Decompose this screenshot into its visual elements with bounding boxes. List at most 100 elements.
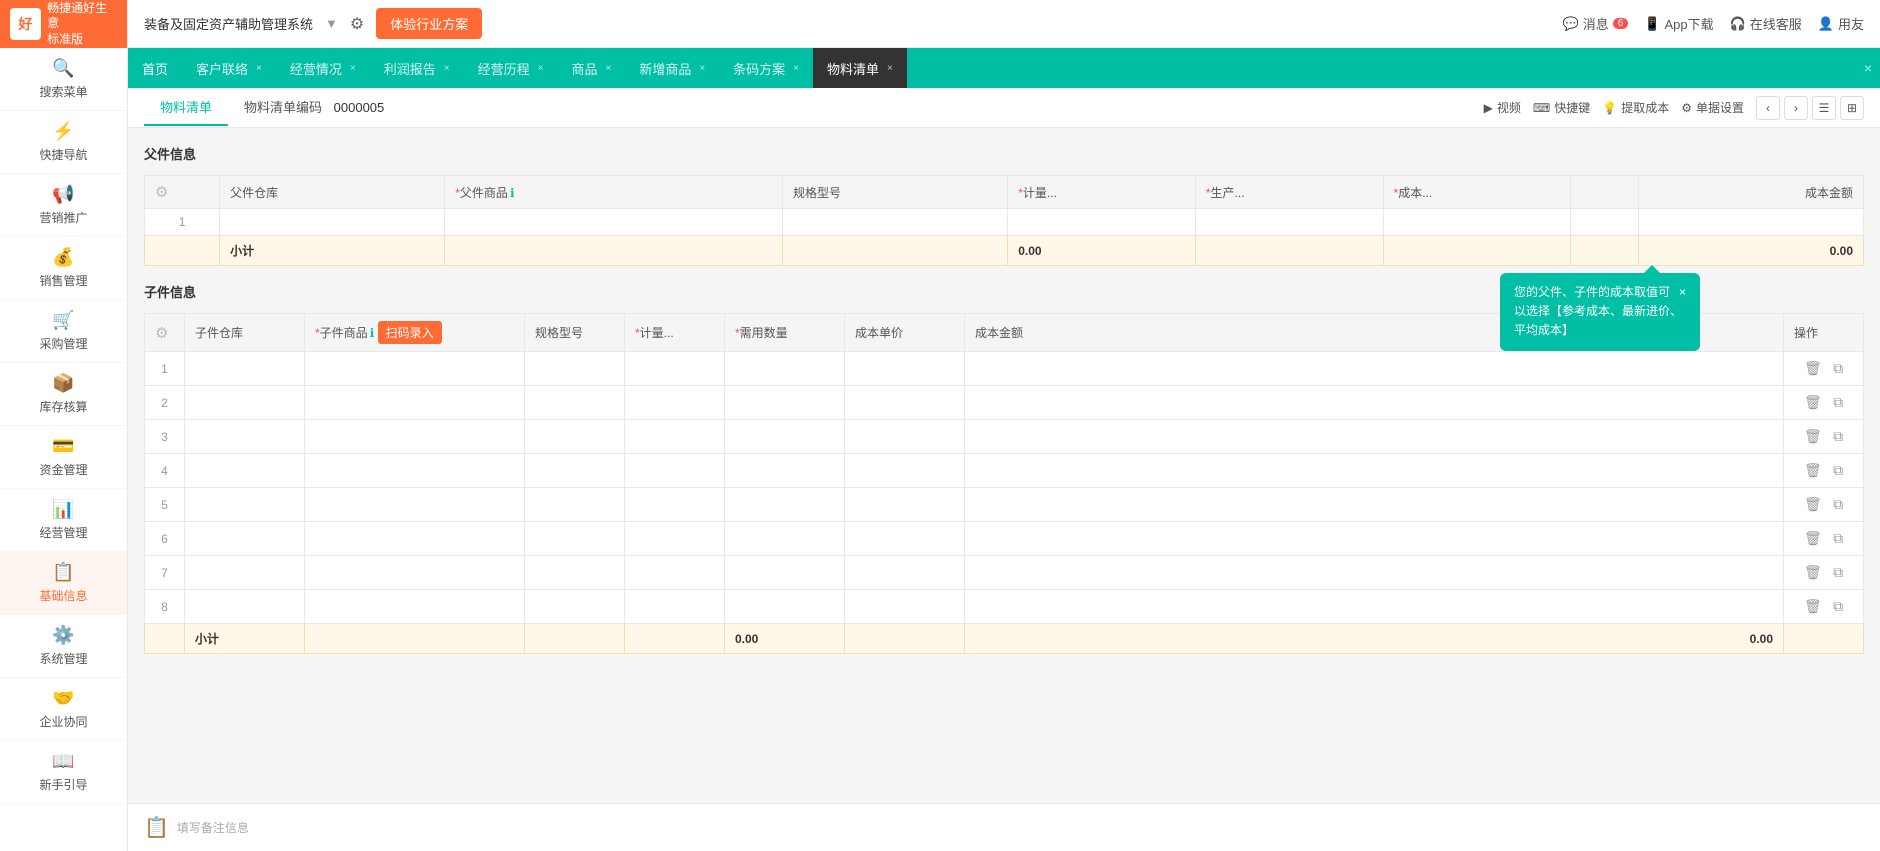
child-row-7-spec[interactable]	[525, 556, 625, 590]
sidebar-item-marketing[interactable]: 📢 营销推广	[0, 174, 127, 237]
extract-cost-btn[interactable]: 💡 提取成本	[1602, 99, 1669, 116]
sidebar-item-finance[interactable]: 💳 资金管理	[0, 426, 127, 489]
child-row-2-spec[interactable]	[525, 386, 625, 420]
tab-new-product[interactable]: 新增商品 ×	[625, 48, 719, 88]
child-row-4-product[interactable]	[305, 454, 525, 488]
dropdown-arrow-icon[interactable]: ▼	[325, 16, 338, 31]
sub-tab-bom-code[interactable]: 物料清单编码 0000005	[228, 89, 400, 126]
child-row-8-spec[interactable]	[525, 590, 625, 624]
parent-row-1-production[interactable]	[1195, 209, 1383, 236]
sidebar-item-guide[interactable]: 📖 新手引导	[0, 741, 127, 804]
product-info-icon[interactable]: ℹ	[510, 186, 515, 200]
tab-barcode-close[interactable]: ×	[793, 63, 799, 74]
sidebar-item-quick-nav[interactable]: ⚡ 快捷导航	[0, 111, 127, 174]
app-download-btn[interactable]: 📱 App下载	[1644, 14, 1713, 33]
child-row-2-qty-unit[interactable]	[625, 386, 725, 420]
child-row-1-qty-unit[interactable]	[625, 352, 725, 386]
copy-btn-7[interactable]: ⧉	[1829, 562, 1847, 583]
nav-list-btn[interactable]: ☰	[1812, 96, 1836, 120]
child-row-7-qty-unit[interactable]	[625, 556, 725, 590]
child-row-7-warehouse[interactable]	[185, 556, 305, 590]
sub-tab-bom-list[interactable]: 物料清单	[144, 89, 228, 126]
sidebar-item-inventory[interactable]: 📦 库存核算	[0, 363, 127, 426]
child-row-3-product[interactable]	[305, 420, 525, 454]
child-row-5-unit-cost[interactable]	[845, 488, 965, 522]
child-row-5-product[interactable]	[305, 488, 525, 522]
copy-btn-5[interactable]: ⧉	[1829, 494, 1847, 515]
sidebar-item-basic-info[interactable]: 📋 基础信息	[0, 552, 127, 615]
remark-icon-btn[interactable]: 📋	[144, 815, 169, 840]
delete-btn-1[interactable]: 🗑	[1800, 358, 1826, 379]
child-row-8-unit-cost[interactable]	[845, 590, 965, 624]
copy-btn-8[interactable]: ⧉	[1829, 596, 1847, 617]
parent-row-1-cost[interactable]	[1383, 209, 1571, 236]
child-row-5-needed-qty[interactable]	[725, 488, 845, 522]
single-settings-btn[interactable]: ⚙ 单据设置	[1681, 99, 1744, 116]
child-row-3-spec[interactable]	[525, 420, 625, 454]
child-row-3-unit-cost[interactable]	[845, 420, 965, 454]
parent-row-1-spec[interactable]	[783, 209, 1008, 236]
child-row-2-warehouse[interactable]	[185, 386, 305, 420]
child-row-6-qty-unit[interactable]	[625, 522, 725, 556]
child-row-7-needed-qty[interactable]	[725, 556, 845, 590]
trial-btn[interactable]: 体验行业方案	[376, 8, 482, 39]
child-row-4-needed-qty[interactable]	[725, 454, 845, 488]
copy-btn-3[interactable]: ⧉	[1829, 426, 1847, 447]
child-row-8-warehouse[interactable]	[185, 590, 305, 624]
child-row-4-unit-cost[interactable]	[845, 454, 965, 488]
delete-btn-2[interactable]: 🗑	[1800, 392, 1826, 413]
child-row-2-unit-cost[interactable]	[845, 386, 965, 420]
parent-row-1-qty-unit[interactable]	[1008, 209, 1196, 236]
delete-btn-5[interactable]: 🗑	[1800, 494, 1826, 515]
video-btn[interactable]: ▶ 视频	[1484, 99, 1521, 116]
sidebar-item-sales[interactable]: 💰 销售管理	[0, 237, 127, 300]
sidebar-item-system[interactable]: ⚙️ 系统管理	[0, 615, 127, 678]
tab-customer[interactable]: 客户联络 ×	[182, 48, 276, 88]
delete-btn-8[interactable]: 🗑	[1800, 596, 1826, 617]
delete-btn-7[interactable]: 🗑	[1800, 562, 1826, 583]
nav-next-btn[interactable]: ›	[1784, 96, 1808, 120]
child-product-info-icon[interactable]: ℹ	[370, 326, 375, 340]
nav-close-btn[interactable]: ×	[1856, 60, 1880, 76]
tooltip-close-btn[interactable]: ×	[1679, 283, 1686, 302]
copy-btn-2[interactable]: ⧉	[1829, 392, 1847, 413]
tab-profit-report[interactable]: 利润报告 ×	[370, 48, 464, 88]
delete-btn-6[interactable]: 🗑	[1800, 528, 1826, 549]
sidebar-item-operations[interactable]: 📊 经营管理	[0, 489, 127, 552]
child-row-8-qty-unit[interactable]	[625, 590, 725, 624]
child-col-settings[interactable]: ⚙	[145, 314, 185, 352]
tab-bom[interactable]: 物料清单 ×	[813, 48, 907, 88]
child-row-8-needed-qty[interactable]	[725, 590, 845, 624]
child-row-6-needed-qty[interactable]	[725, 522, 845, 556]
delete-btn-3[interactable]: 🗑	[1800, 426, 1826, 447]
parent-row-1-product[interactable]	[445, 209, 783, 236]
child-row-1-warehouse[interactable]	[185, 352, 305, 386]
sidebar-item-search[interactable]: 🔍 搜索菜单	[0, 48, 127, 111]
copy-btn-1[interactable]: ⧉	[1829, 358, 1847, 379]
tab-products[interactable]: 商品 ×	[557, 48, 625, 88]
tab-products-close[interactable]: ×	[605, 63, 611, 74]
child-row-3-needed-qty[interactable]	[725, 420, 845, 454]
child-row-7-unit-cost[interactable]	[845, 556, 965, 590]
child-row-6-product[interactable]	[305, 522, 525, 556]
nav-grid-btn[interactable]: ⊞	[1840, 96, 1864, 120]
child-row-4-spec[interactable]	[525, 454, 625, 488]
tab-home[interactable]: 首页	[128, 48, 182, 88]
online-service-btn[interactable]: 🎧 在线客服	[1730, 14, 1802, 33]
tab-operations-status[interactable]: 经营情况 ×	[276, 48, 370, 88]
child-row-8-product[interactable]	[305, 590, 525, 624]
child-row-3-warehouse[interactable]	[185, 420, 305, 454]
child-row-2-needed-qty[interactable]	[725, 386, 845, 420]
tab-barcode[interactable]: 条码方案 ×	[719, 48, 813, 88]
child-row-6-warehouse[interactable]	[185, 522, 305, 556]
child-row-5-qty-unit[interactable]	[625, 488, 725, 522]
child-row-2-product[interactable]	[305, 386, 525, 420]
child-row-4-warehouse[interactable]	[185, 454, 305, 488]
settings-icon[interactable]: ⚙	[350, 14, 364, 34]
tab-new-product-close[interactable]: ×	[699, 63, 705, 74]
tab-customer-close[interactable]: ×	[256, 63, 262, 74]
child-row-5-warehouse[interactable]	[185, 488, 305, 522]
child-row-7-product[interactable]	[305, 556, 525, 590]
copy-btn-6[interactable]: ⧉	[1829, 528, 1847, 549]
child-row-4-qty-unit[interactable]	[625, 454, 725, 488]
